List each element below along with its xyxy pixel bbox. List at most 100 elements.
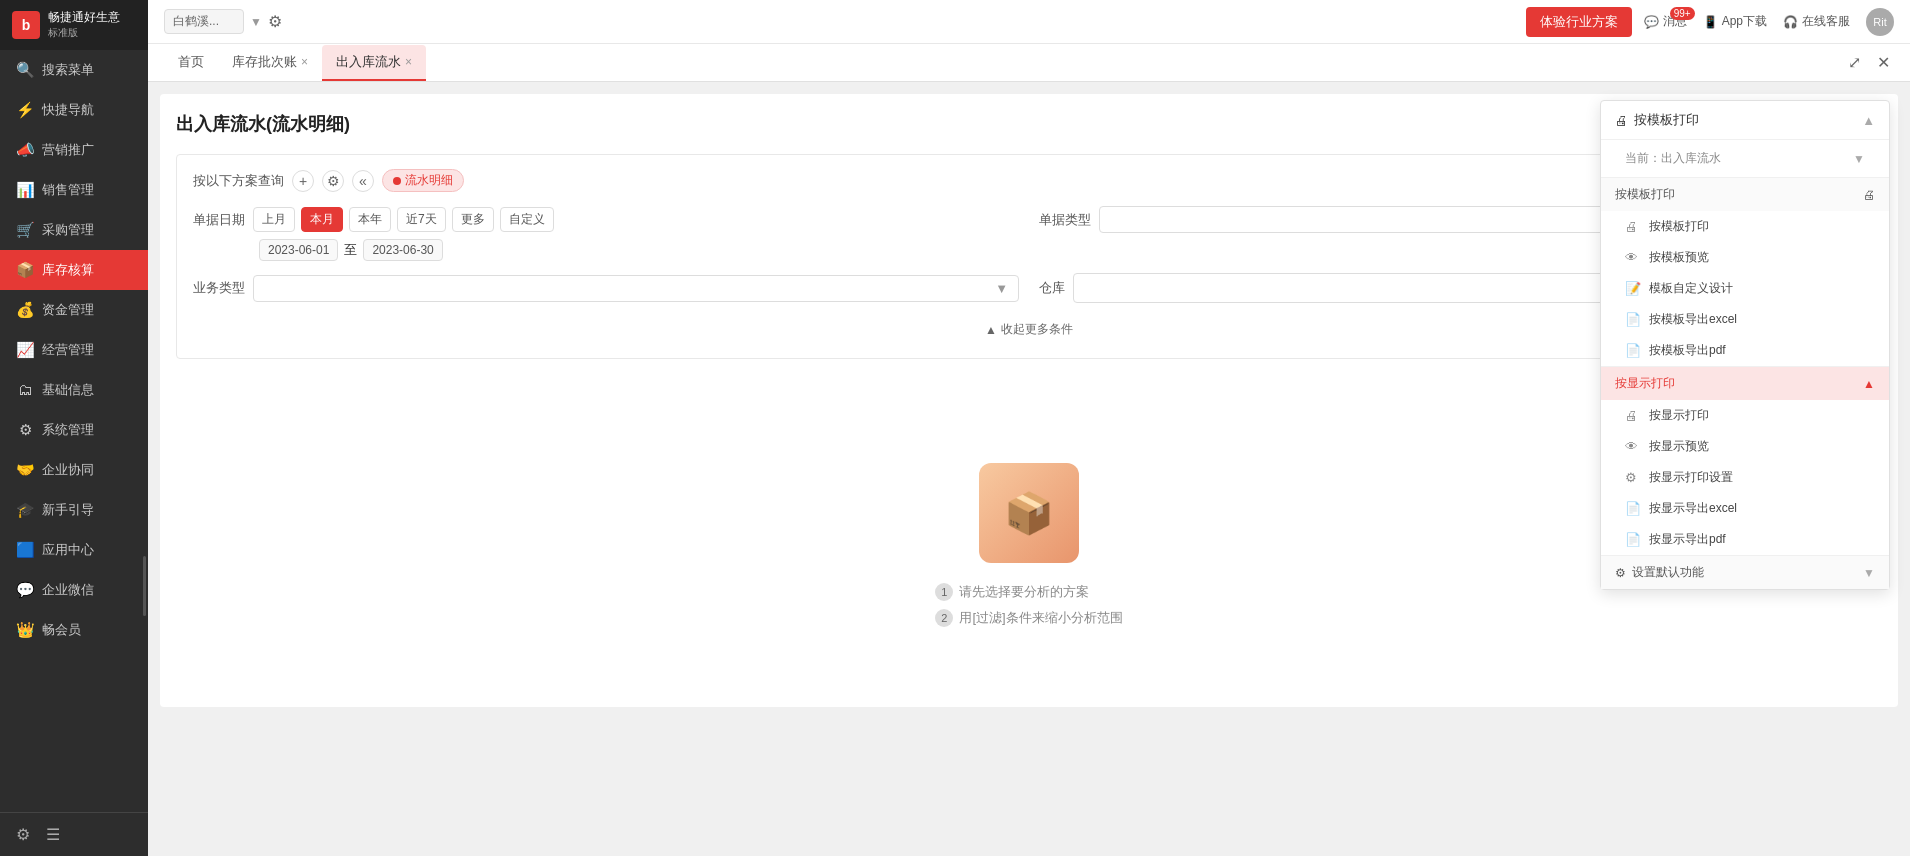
message-badge: 99+: [1670, 7, 1695, 20]
operation-icon: 📈: [16, 341, 34, 359]
sidebar-item-label-marketing: 营销推广: [42, 141, 94, 159]
dropdown-section-display-header[interactable]: 按显示打印 ▲: [1601, 367, 1889, 400]
template-export-pdf-label: 按模板导出pdf: [1649, 342, 1726, 359]
dropdown-panel: 🖨 按模板打印 ▲ 当前：出入库流水 ▼ 按模板打印 🖨 🖨 按模板打印 👁: [1600, 100, 1890, 590]
date-btn-last7[interactable]: 近7天: [397, 207, 446, 232]
display-print-settings-icon: ⚙: [1625, 470, 1641, 485]
dropdown-section-template-header[interactable]: 按模板打印 🖨: [1601, 178, 1889, 211]
date-from-input[interactable]: 2023-06-01: [259, 239, 338, 261]
template-custom-icon: 📝: [1625, 281, 1641, 296]
step-2-text: 用[过滤]条件来缩小分析范围: [959, 605, 1122, 631]
topbar-avatar[interactable]: Rit: [1866, 8, 1894, 36]
tab-flow[interactable]: 出入库流水 ×: [322, 45, 426, 81]
topbar-dropdown-icon[interactable]: ▼: [250, 15, 262, 29]
empty-step-1: 1 请先选择要分析的方案: [935, 579, 1122, 605]
dropdown-item-template-export-excel[interactable]: 📄 按模板导出excel: [1601, 304, 1889, 335]
filter-date-item: 单据日期 上月 本月 本年 近7天 更多 自定义: [193, 206, 1019, 233]
template-custom-label: 模板自定义设计: [1649, 280, 1733, 297]
date-btn-this-year[interactable]: 本年: [349, 207, 391, 232]
tab-batch-close[interactable]: ×: [301, 55, 308, 69]
dropdown-section-display: 按显示打印 ▲ 🖨 按显示打印 👁 按显示预览 ⚙ 按显示打印设置 📄 按显示导…: [1601, 367, 1889, 556]
template-preview-icon: 👁: [1625, 250, 1641, 265]
tab-expand-icon[interactable]: ⤢: [1844, 49, 1865, 76]
message-icon: 💬: [1644, 15, 1659, 29]
sidebar-item-system[interactable]: ⚙系统管理: [0, 410, 148, 450]
sidebar-item-guide[interactable]: 🎓新手引导: [0, 490, 148, 530]
tab-home[interactable]: 首页: [164, 45, 218, 81]
app-download-icon: 📱: [1703, 15, 1718, 29]
sidebar-item-marketing[interactable]: 📣 营销推广: [0, 130, 148, 170]
dropdown-footer[interactable]: ⚙ 设置默认功能 ▼: [1601, 556, 1889, 589]
sidebar-item-label-member: 畅会员: [42, 621, 81, 639]
topbar-gear-icon[interactable]: ⚙: [268, 12, 282, 31]
base-icon: 🗂: [16, 381, 34, 398]
member-icon: 👑: [16, 621, 34, 639]
tabs-bar: 首页 库存批次账 × 出入库流水 × ⤢ ✕: [148, 44, 1910, 82]
dropdown-item-template-export-pdf[interactable]: 📄 按模板导出pdf: [1601, 335, 1889, 366]
dropdown-item-display-preview[interactable]: 👁 按显示预览: [1601, 431, 1889, 462]
dropdown-item-display-print[interactable]: 🖨 按显示打印: [1601, 400, 1889, 431]
sidebar-item-cooperation[interactable]: 🤝企业协同: [0, 450, 148, 490]
menu-collapse-icon[interactable]: ☰: [46, 825, 60, 844]
dropdown-item-template-print[interactable]: 🖨 按模板打印: [1601, 211, 1889, 242]
sidebar-item-inventory[interactable]: 📦库存核算: [0, 250, 148, 290]
date-btn-current-month[interactable]: 本月: [301, 207, 343, 232]
dropdown-sub-current: 当前：出入库流水 ▼: [1601, 140, 1889, 178]
filter-settings-button[interactable]: ⚙: [322, 170, 344, 192]
tab-batch[interactable]: 库存批次账 ×: [218, 45, 322, 81]
trial-button[interactable]: 体验行业方案: [1526, 7, 1632, 37]
sidebar-item-base[interactable]: 🗂基础信息: [0, 370, 148, 410]
settings-icon[interactable]: ⚙: [16, 825, 30, 844]
topbar-app-download[interactable]: 📱 App下载: [1703, 13, 1767, 30]
filter-biz-type-select[interactable]: ▼: [253, 275, 1019, 302]
date-separator: 至: [344, 241, 357, 259]
sidebar-item-operation[interactable]: 📈经营管理: [0, 330, 148, 370]
dropdown-footer-chevron: ▼: [1863, 566, 1875, 580]
template-export-excel-label: 按模板导出excel: [1649, 311, 1737, 328]
dropdown-item-template-preview[interactable]: 👁 按模板预览: [1601, 242, 1889, 273]
search-icon: 🔍: [16, 61, 34, 79]
sidebar-item-wechat[interactable]: 💬企业微信: [0, 570, 148, 610]
headset-icon: 🎧: [1783, 15, 1798, 29]
sidebar-item-sales[interactable]: 📊销售管理: [0, 170, 148, 210]
date-btn-prev-month[interactable]: 上月: [253, 207, 295, 232]
filter-tag[interactable]: 流水明细: [382, 169, 464, 192]
sidebar-item-member[interactable]: 👑 畅会员: [0, 610, 148, 650]
sidebar-nav: 🔍搜索菜单⚡快捷导航 📣 营销推广 📊销售管理🛒采购管理📦库存核算💰资金管理📈经营管理…: [0, 50, 148, 812]
dropdown-item-display-export-excel[interactable]: 📄 按显示导出excel: [1601, 493, 1889, 524]
sidebar-item-finance[interactable]: 💰资金管理: [0, 290, 148, 330]
dropdown-item-display-export-pdf[interactable]: 📄 按显示导出pdf: [1601, 524, 1889, 555]
marketing-icon: 📣: [16, 141, 34, 159]
date-btn-more[interactable]: 更多: [452, 207, 494, 232]
sidebar-item-label-system: 系统管理: [42, 421, 94, 439]
purchase-icon: 🛒: [16, 221, 34, 239]
tab-close-all-icon[interactable]: ✕: [1873, 49, 1894, 76]
app-logo-icon: b: [12, 11, 40, 39]
filter-add-button[interactable]: +: [292, 170, 314, 192]
quick-nav-icon: ⚡: [16, 101, 34, 119]
date-btn-custom[interactable]: 自定义: [500, 207, 554, 232]
filter-tag-label: 流水明细: [405, 172, 453, 189]
sidebar-item-label-guide: 新手引导: [42, 501, 94, 519]
dropdown-sub-chevron[interactable]: ▼: [1853, 152, 1865, 166]
main-area: 白鹤溪... ▼ ⚙ 体验行业方案 💬 消息 99+ 📱 App下载 🎧 在线客…: [148, 0, 1910, 856]
date-to-input[interactable]: 2023-06-30: [363, 239, 442, 261]
dropdown-sub-label: 当前：出入库流水: [1625, 150, 1721, 167]
dropdown-item-display-print-settings[interactable]: ⚙ 按显示打印设置: [1601, 462, 1889, 493]
sidebar-item-appcenter[interactable]: 🟦应用中心: [0, 530, 148, 570]
tab-flow-close[interactable]: ×: [405, 55, 412, 69]
sidebar-item-purchase[interactable]: 🛒采购管理: [0, 210, 148, 250]
topbar-username[interactable]: 白鹤溪...: [164, 9, 244, 34]
sidebar-item-quick-nav[interactable]: ⚡快捷导航: [0, 90, 148, 130]
dropdown-section-display-label: 按显示打印: [1615, 375, 1675, 392]
sidebar-item-search[interactable]: 🔍搜索菜单: [0, 50, 148, 90]
template-print-label: 按模板打印: [1649, 218, 1709, 235]
filter-collapse-button[interactable]: «: [352, 170, 374, 192]
dropdown-section-template: 按模板打印 🖨 🖨 按模板打印 👁 按模板预览 📝 模板自定义设计 📄 按模板导…: [1601, 178, 1889, 367]
dropdown-item-template-custom[interactable]: 📝 模板自定义设计: [1601, 273, 1889, 304]
topbar-message[interactable]: 💬 消息 99+: [1644, 13, 1687, 30]
dropdown-chevron-up[interactable]: ▲: [1862, 113, 1875, 128]
dropdown-panel-header: 🖨 按模板打印 ▲: [1601, 101, 1889, 140]
topbar-online-service[interactable]: 🎧 在线客服: [1783, 13, 1850, 30]
topbar: 白鹤溪... ▼ ⚙ 体验行业方案 💬 消息 99+ 📱 App下载 🎧 在线客…: [148, 0, 1910, 44]
